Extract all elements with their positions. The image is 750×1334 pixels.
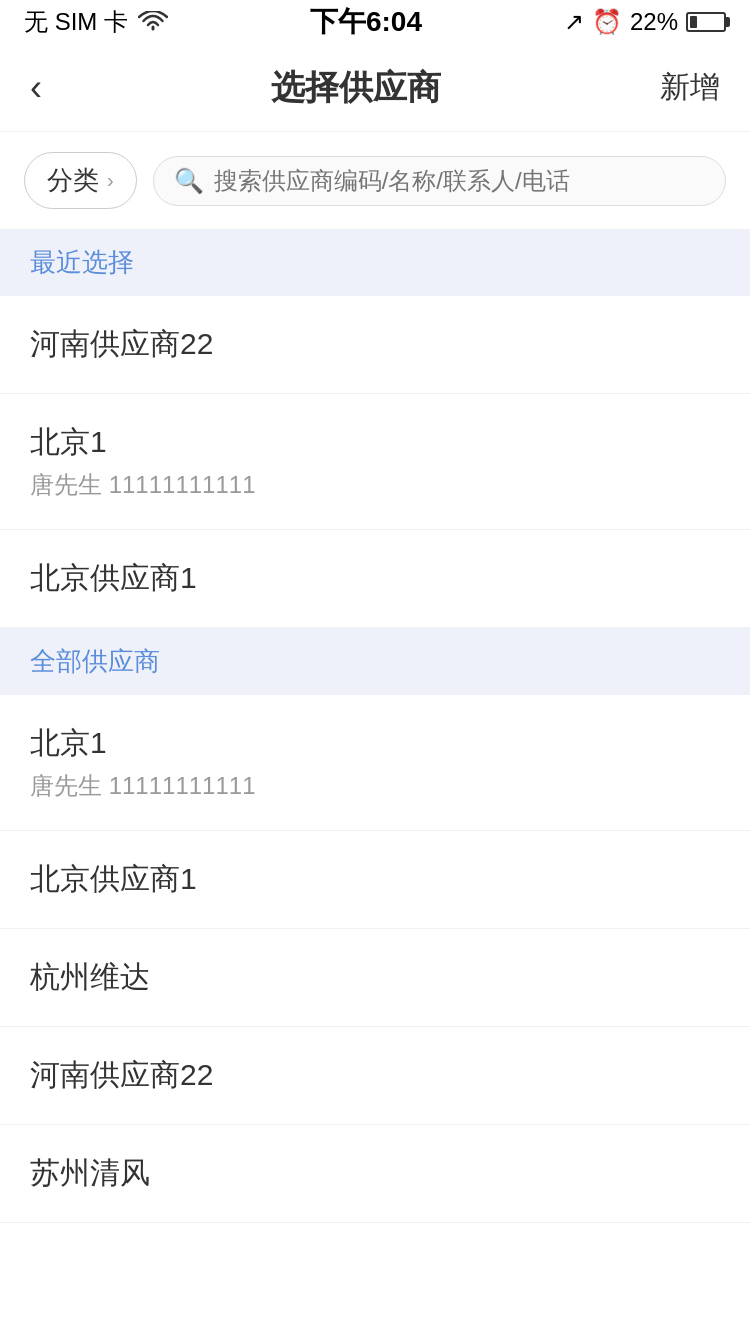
page-title: 选择供应商 <box>271 65 441 111</box>
item-name: 北京1 <box>30 723 720 764</box>
recent-list: 河南供应商22 北京1 唐先生 11111111111 北京供应商1 <box>0 296 750 628</box>
category-button[interactable]: 分类 › <box>24 152 137 209</box>
chevron-right-icon: › <box>107 169 114 192</box>
item-contact: 唐先生 11111111111 <box>30 770 720 802</box>
add-button[interactable]: 新增 <box>660 67 720 108</box>
recent-list-item[interactable]: 河南供应商22 <box>0 296 750 394</box>
all-section-header: 全部供应商 <box>0 628 750 695</box>
back-button[interactable]: ‹ <box>20 57 52 119</box>
status-bar-time: 下午6:04 <box>310 3 422 41</box>
recent-section-header: 最近选择 <box>0 229 750 296</box>
all-list-item[interactable]: 苏州清风 <box>0 1125 750 1223</box>
recent-section-label: 最近选择 <box>30 247 134 277</box>
all-list-item[interactable]: 北京供应商1 <box>0 831 750 929</box>
all-section-label: 全部供应商 <box>30 646 160 676</box>
status-bar-right: ↗ ⏰ 22% <box>564 8 726 36</box>
category-label: 分类 <box>47 163 99 198</box>
battery-percent: 22% <box>630 8 678 36</box>
search-icon: 🔍 <box>174 167 204 195</box>
recent-list-item[interactable]: 北京供应商1 <box>0 530 750 628</box>
wifi-icon <box>138 11 168 33</box>
filter-bar: 分类 › 🔍 <box>0 132 750 229</box>
search-input[interactable] <box>214 167 705 195</box>
all-list: 北京1 唐先生 11111111111 北京供应商1 杭州维达河南供应商22 苏州清风 <box>0 695 750 1223</box>
location-icon: ↗ <box>564 8 584 36</box>
item-contact: 唐先生 11111111111 <box>30 469 720 501</box>
recent-list-item[interactable]: 北京1 唐先生 11111111111 <box>0 394 750 530</box>
nav-bar: ‹ 选择供应商 新增 <box>0 44 750 132</box>
all-list-item[interactable]: 北京1 唐先生 11111111111 <box>0 695 750 831</box>
alarm-icon: ⏰ <box>592 8 622 36</box>
all-list-item[interactable]: 杭州维达 <box>0 929 750 1027</box>
status-bar: 无 SIM 卡 下午6:04 ↗ ⏰ 22% <box>0 0 750 44</box>
item-name: 北京1 <box>30 422 720 463</box>
no-sim-label: 无 SIM 卡 <box>24 6 128 38</box>
item-name: 北京供应商1 <box>30 558 720 599</box>
status-bar-left: 无 SIM 卡 <box>24 6 168 38</box>
item-name: 河南供应商22 <box>30 1055 720 1096</box>
battery-icon <box>686 12 726 32</box>
search-box[interactable]: 🔍 <box>153 156 726 206</box>
all-list-item[interactable]: 河南供应商22 <box>0 1027 750 1125</box>
item-name: 苏州清风 <box>30 1153 720 1194</box>
item-name: 北京供应商1 <box>30 859 720 900</box>
item-name: 河南供应商22 <box>30 324 720 365</box>
item-name: 杭州维达 <box>30 957 720 998</box>
